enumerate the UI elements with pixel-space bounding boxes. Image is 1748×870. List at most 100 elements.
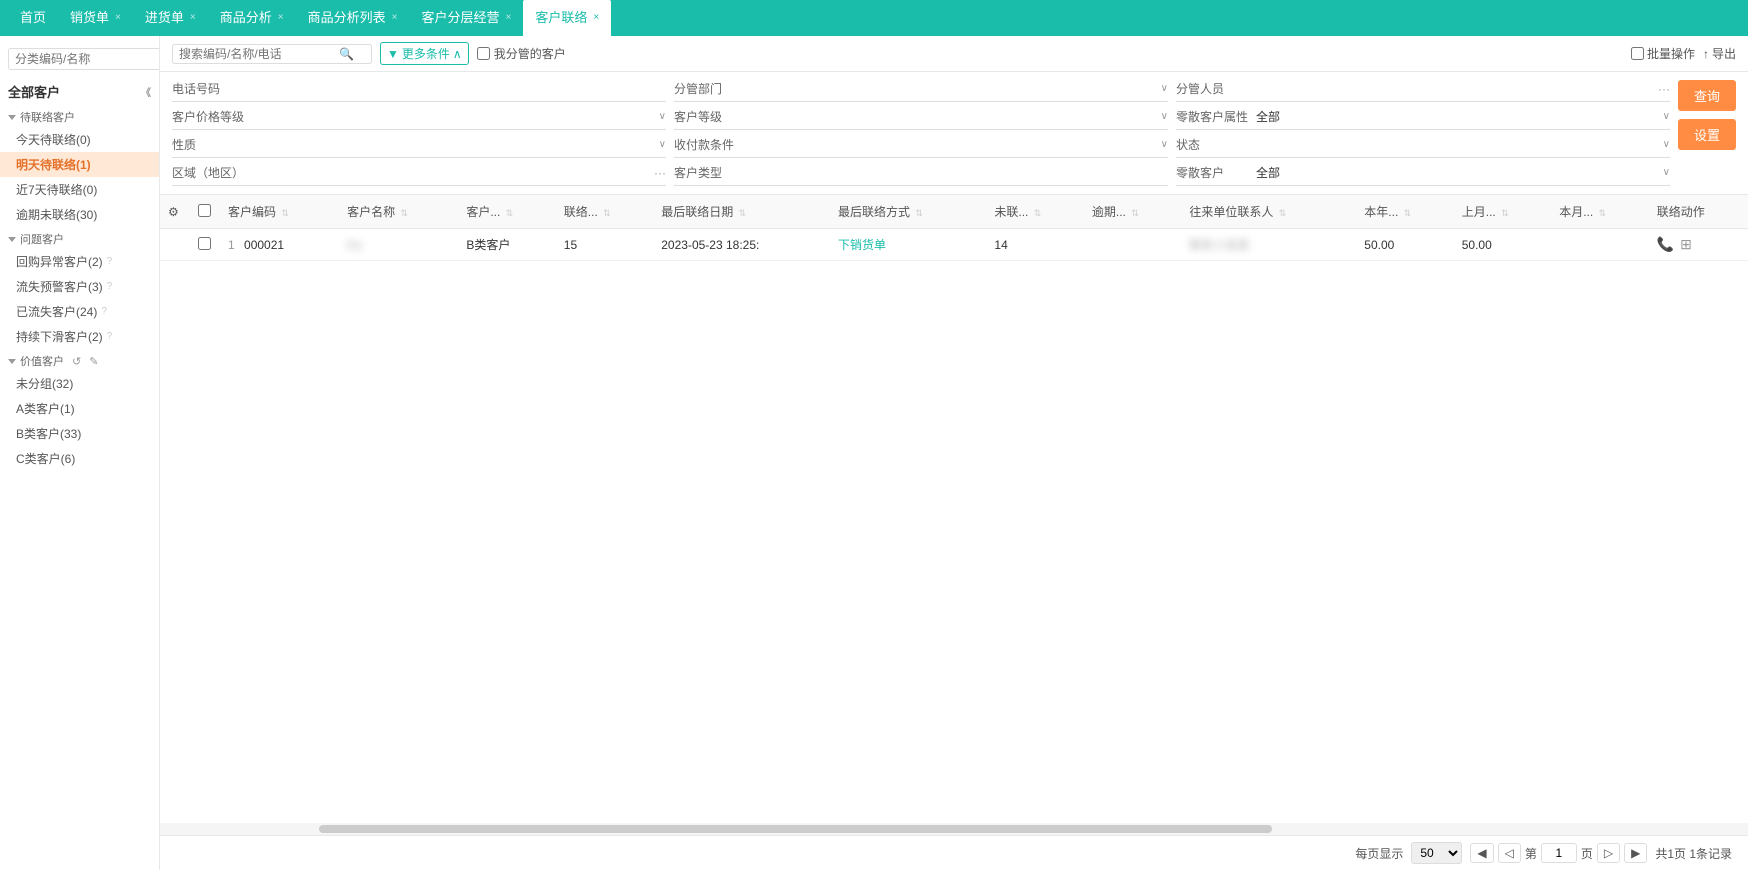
last-contact-link[interactable]: 下销货单 (838, 238, 886, 252)
col-uncontacted[interactable]: 未联... ⇅ (986, 195, 1083, 229)
first-page-button[interactable]: ◀ (1470, 843, 1493, 863)
more-conditions-button[interactable]: ▼ 更多条件 ∧ (380, 42, 469, 65)
chevron-down-icon[interactable]: ∨ (659, 139, 666, 150)
search-box: 🔍 (172, 44, 372, 64)
nav-purchase-order[interactable]: 进货单 × (133, 0, 208, 36)
filter-customer-type: 客户类型 (674, 164, 1168, 186)
more-icon[interactable]: ··· (1658, 82, 1670, 96)
filter-phone: 电话号码 (172, 80, 666, 102)
col-name[interactable]: 客户名称 ⇅ (339, 195, 458, 229)
horizontal-scrollbar[interactable] (160, 823, 1748, 835)
query-button[interactable]: 查询 (1678, 80, 1736, 111)
sort-icon: ⇅ (1599, 208, 1607, 218)
nav-customer-tier[interactable]: 客户分层经营 × (409, 0, 523, 36)
sidebar-item-abnormal-repurchase[interactable]: 回购异常客户(2) ? (0, 249, 159, 274)
prev-page-button[interactable]: ◁ (1498, 843, 1521, 863)
export-button[interactable]: ↑ 导出 (1703, 45, 1736, 62)
col-this-year[interactable]: 本年... ⇅ (1356, 195, 1453, 229)
nav-product-analysis[interactable]: 商品分析 × (208, 0, 296, 36)
collapse-icon: 《 (141, 84, 151, 99)
filter-retail-attr-value[interactable]: 全部 (1256, 108, 1659, 125)
filter-region: 区域（地区） ··· (172, 164, 666, 186)
phone-icon[interactable]: 📞 (1657, 236, 1674, 253)
select-all-checkbox[interactable] (198, 204, 211, 217)
sidebar-search-input[interactable] (8, 48, 160, 70)
close-icon[interactable]: × (190, 0, 196, 36)
sidebar-item-churn-warning[interactable]: 流失预警客户(3) ? (0, 274, 159, 299)
last-page-button[interactable]: ▶ (1624, 843, 1647, 863)
all-customers-label[interactable]: 全部客户 《 (0, 78, 159, 105)
question-icon: ? (107, 256, 113, 267)
per-page-label: 每页显示 (1355, 845, 1403, 862)
my-customers-checkbox[interactable] (477, 47, 490, 60)
table-container: ⚙ 客户编码 ⇅ 客户名称 ⇅ (160, 195, 1748, 823)
export-icon: ↑ (1703, 47, 1709, 61)
col-last-month[interactable]: 上月... ⇅ (1454, 195, 1551, 229)
col-gear[interactable]: ⚙ (160, 195, 190, 229)
sidebar-item-class-a[interactable]: A类客户(1) (0, 396, 159, 421)
row-checkbox[interactable] (198, 237, 211, 250)
filter-icon: ▼ (387, 47, 399, 61)
row-contact-count: 15 (556, 229, 653, 261)
search-input[interactable] (179, 47, 339, 61)
nav-customer-contact[interactable]: 客户联络 × (523, 0, 611, 36)
sidebar-item-continuous-decline[interactable]: 持续下滑客户(2) ? (0, 324, 159, 349)
sidebar-item-class-b[interactable]: B类客户(33) (0, 421, 159, 446)
filter-payment-label: 收付款条件 (674, 136, 754, 153)
group-problem-customers: 问题客户 (0, 227, 159, 249)
close-icon[interactable]: × (593, 0, 599, 36)
sidebar-item-ungrouped[interactable]: 未分组(32) (0, 371, 159, 396)
sidebar-item-tomorrow-contact[interactable]: 明天待联络(1) (0, 152, 159, 177)
scrollbar-thumb[interactable] (319, 825, 1272, 833)
page-number-input[interactable] (1541, 843, 1577, 863)
filter-retail-customer-value[interactable]: 全部 (1256, 164, 1659, 181)
col-company-contact[interactable]: 往来单位联系人 ⇅ (1181, 195, 1356, 229)
sort-icon: ⇅ (1501, 208, 1509, 218)
sidebar-item-overdue-contact[interactable]: 逾期未联络(30) (0, 202, 159, 227)
sidebar-item-today-contact[interactable]: 今天待联络(0) (0, 127, 159, 152)
chevron-down-icon[interactable]: ∨ (1161, 111, 1168, 122)
gear-icon[interactable]: ⚙ (168, 205, 179, 219)
col-code[interactable]: 客户编码 ⇅ (220, 195, 339, 229)
col-type[interactable]: 客户... ⇅ (458, 195, 555, 229)
close-icon[interactable]: × (115, 0, 121, 36)
nav-product-analysis-list[interactable]: 商品分析列表 × (296, 0, 410, 36)
bulk-ops-button[interactable]: 批量操作 (1631, 45, 1695, 62)
chevron-down-icon[interactable]: ∨ (1161, 139, 1168, 150)
sidebar-item-7days-contact[interactable]: 近7天待联络(0) (0, 177, 159, 202)
nav-home[interactable]: 首页 (8, 0, 58, 36)
sidebar-item-churned[interactable]: 已流失客户(24) ? (0, 299, 159, 324)
chevron-down-icon[interactable]: ∨ (1663, 111, 1670, 122)
close-icon[interactable]: × (505, 0, 511, 36)
sort-icon: ⇅ (1279, 208, 1287, 218)
col-last-contact-date[interactable]: 最后联络日期 ⇅ (653, 195, 830, 229)
bulk-ops-checkbox[interactable] (1631, 47, 1644, 60)
col-contact-count[interactable]: 联络... ⇅ (556, 195, 653, 229)
refresh-icon[interactable]: ↺ (72, 355, 81, 368)
expand-icon (8, 115, 16, 120)
chevron-down-icon[interactable]: ∨ (1161, 83, 1168, 94)
page-label: 第 (1525, 845, 1537, 862)
grid-icon[interactable]: ⊞ (1680, 236, 1692, 253)
close-icon[interactable]: × (278, 0, 284, 36)
per-page-select[interactable]: 50 100 200 (1411, 842, 1462, 864)
col-this-month[interactable]: 本月... ⇅ (1551, 195, 1648, 229)
search-icon[interactable]: 🔍 (339, 47, 354, 61)
col-overdue[interactable]: 逾期... ⇅ (1084, 195, 1181, 229)
edit-icon[interactable]: ✎ (89, 355, 98, 368)
nav-sales-order[interactable]: 销货单 × (58, 0, 133, 36)
filter-dept: 分管部门 ∨ (674, 80, 1168, 102)
chevron-down-icon[interactable]: ∨ (1663, 167, 1670, 178)
col-checkbox (190, 195, 220, 229)
reset-button[interactable]: 设置 (1678, 119, 1736, 150)
col-last-contact-method[interactable]: 最后联络方式 ⇅ (830, 195, 986, 229)
chevron-down-icon[interactable]: ∨ (1663, 139, 1670, 150)
sort-icon: ⇅ (915, 208, 923, 218)
sort-icon: ⇅ (1131, 208, 1139, 218)
more-icon[interactable]: ··· (654, 166, 666, 180)
sidebar-item-class-c[interactable]: C类客户(6) (0, 446, 159, 471)
chevron-down-icon[interactable]: ∨ (659, 111, 666, 122)
close-icon[interactable]: × (392, 0, 398, 36)
next-page-button[interactable]: ▷ (1597, 843, 1620, 863)
sort-icon: ⇅ (603, 208, 611, 218)
